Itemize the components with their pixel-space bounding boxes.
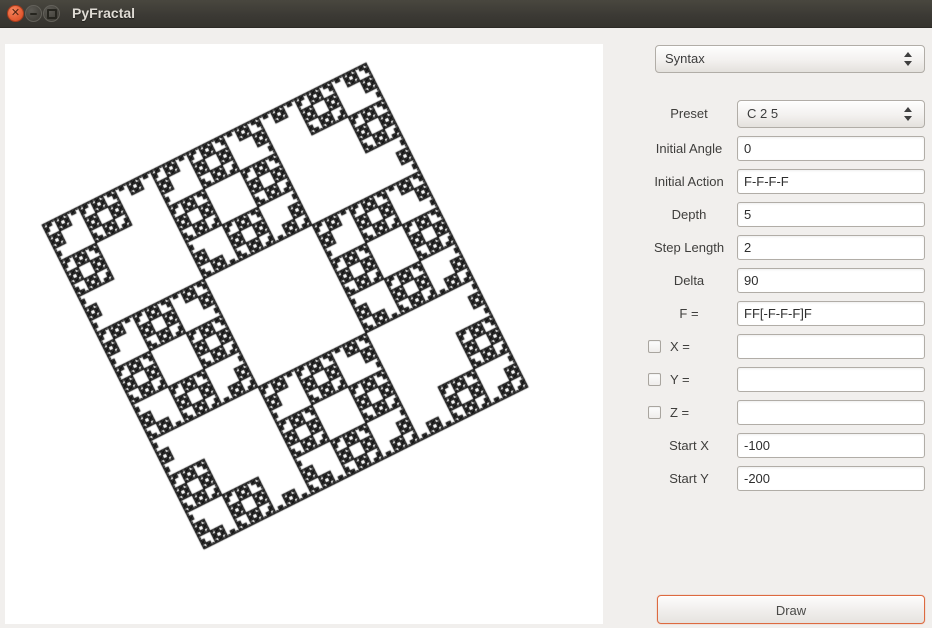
initial-action-input[interactable] bbox=[737, 169, 925, 194]
spinner-down-icon bbox=[904, 61, 912, 66]
f-rule-input[interactable] bbox=[737, 301, 925, 326]
close-icon: ✕ bbox=[10, 6, 21, 19]
start-y-label: Start Y bbox=[669, 471, 709, 486]
field-row-depth: Depth bbox=[645, 202, 925, 227]
x-rule-label: X = bbox=[670, 339, 690, 354]
y-rule-input[interactable] bbox=[737, 367, 925, 392]
delta-label: Delta bbox=[673, 273, 705, 288]
spinner-down-icon bbox=[904, 116, 912, 121]
field-row-preset: Preset C 2 5 bbox=[645, 100, 925, 128]
spinner-up-icon bbox=[904, 107, 912, 112]
start-x-label: Start X bbox=[669, 438, 709, 453]
preset-label: Preset bbox=[670, 106, 708, 121]
z-rule-checkbox[interactable] bbox=[648, 406, 661, 419]
syntax-combobox-value: Syntax bbox=[665, 51, 705, 66]
z-rule-label: Z = bbox=[670, 405, 690, 420]
spinner-arrows-icon bbox=[904, 107, 912, 123]
field-row-y-rule: Y = bbox=[645, 367, 925, 392]
syntax-combobox[interactable]: Syntax bbox=[655, 45, 925, 73]
maximize-icon bbox=[46, 8, 57, 19]
minimize-icon bbox=[30, 12, 37, 15]
initial-angle-input[interactable] bbox=[737, 136, 925, 161]
field-row-start-x: Start X bbox=[645, 433, 925, 458]
field-row-step-length: Step Length bbox=[645, 235, 925, 260]
initial-angle-label: Initial Angle bbox=[655, 141, 723, 156]
z-rule-input[interactable] bbox=[737, 400, 925, 425]
delta-input[interactable] bbox=[737, 268, 925, 293]
window-title: PyFractal bbox=[72, 5, 136, 21]
depth-input[interactable] bbox=[737, 202, 925, 227]
preset-combobox[interactable]: C 2 5 bbox=[737, 100, 925, 128]
field-row-f-rule: F = bbox=[645, 301, 925, 326]
field-row-initial-angle: Initial Angle bbox=[645, 136, 925, 161]
x-rule-input[interactable] bbox=[737, 334, 925, 359]
titlebar: ✕ PyFractal bbox=[0, 0, 932, 28]
f-rule-label: F = bbox=[679, 306, 699, 321]
field-row-initial-action: Initial Action bbox=[645, 169, 925, 194]
field-row-delta: Delta bbox=[645, 268, 925, 293]
field-row-x-rule: X = bbox=[645, 334, 925, 359]
spinner-arrows-icon bbox=[904, 52, 912, 68]
preset-combobox-value: C 2 5 bbox=[747, 106, 779, 121]
y-rule-label: Y = bbox=[670, 372, 690, 387]
minimize-button[interactable] bbox=[25, 5, 42, 22]
x-rule-checkbox[interactable] bbox=[648, 340, 661, 353]
draw-button[interactable]: Draw bbox=[657, 595, 925, 624]
start-y-input[interactable] bbox=[737, 466, 925, 491]
y-rule-checkbox[interactable] bbox=[648, 373, 661, 386]
close-button[interactable]: ✕ bbox=[7, 5, 24, 22]
fractal-canvas bbox=[5, 44, 603, 624]
maximize-button[interactable] bbox=[43, 5, 60, 22]
field-row-start-y: Start Y bbox=[645, 466, 925, 491]
app-window: ✕ PyFractal Syntax Preset C 2 5 Initial … bbox=[0, 0, 932, 628]
start-x-input[interactable] bbox=[737, 433, 925, 458]
field-row-z-rule: Z = bbox=[645, 400, 925, 425]
depth-label: Depth bbox=[671, 207, 707, 222]
spinner-up-icon bbox=[904, 52, 912, 57]
initial-action-label: Initial Action bbox=[654, 174, 724, 189]
step-length-input[interactable] bbox=[737, 235, 925, 260]
step-length-label: Step Length bbox=[653, 240, 725, 255]
